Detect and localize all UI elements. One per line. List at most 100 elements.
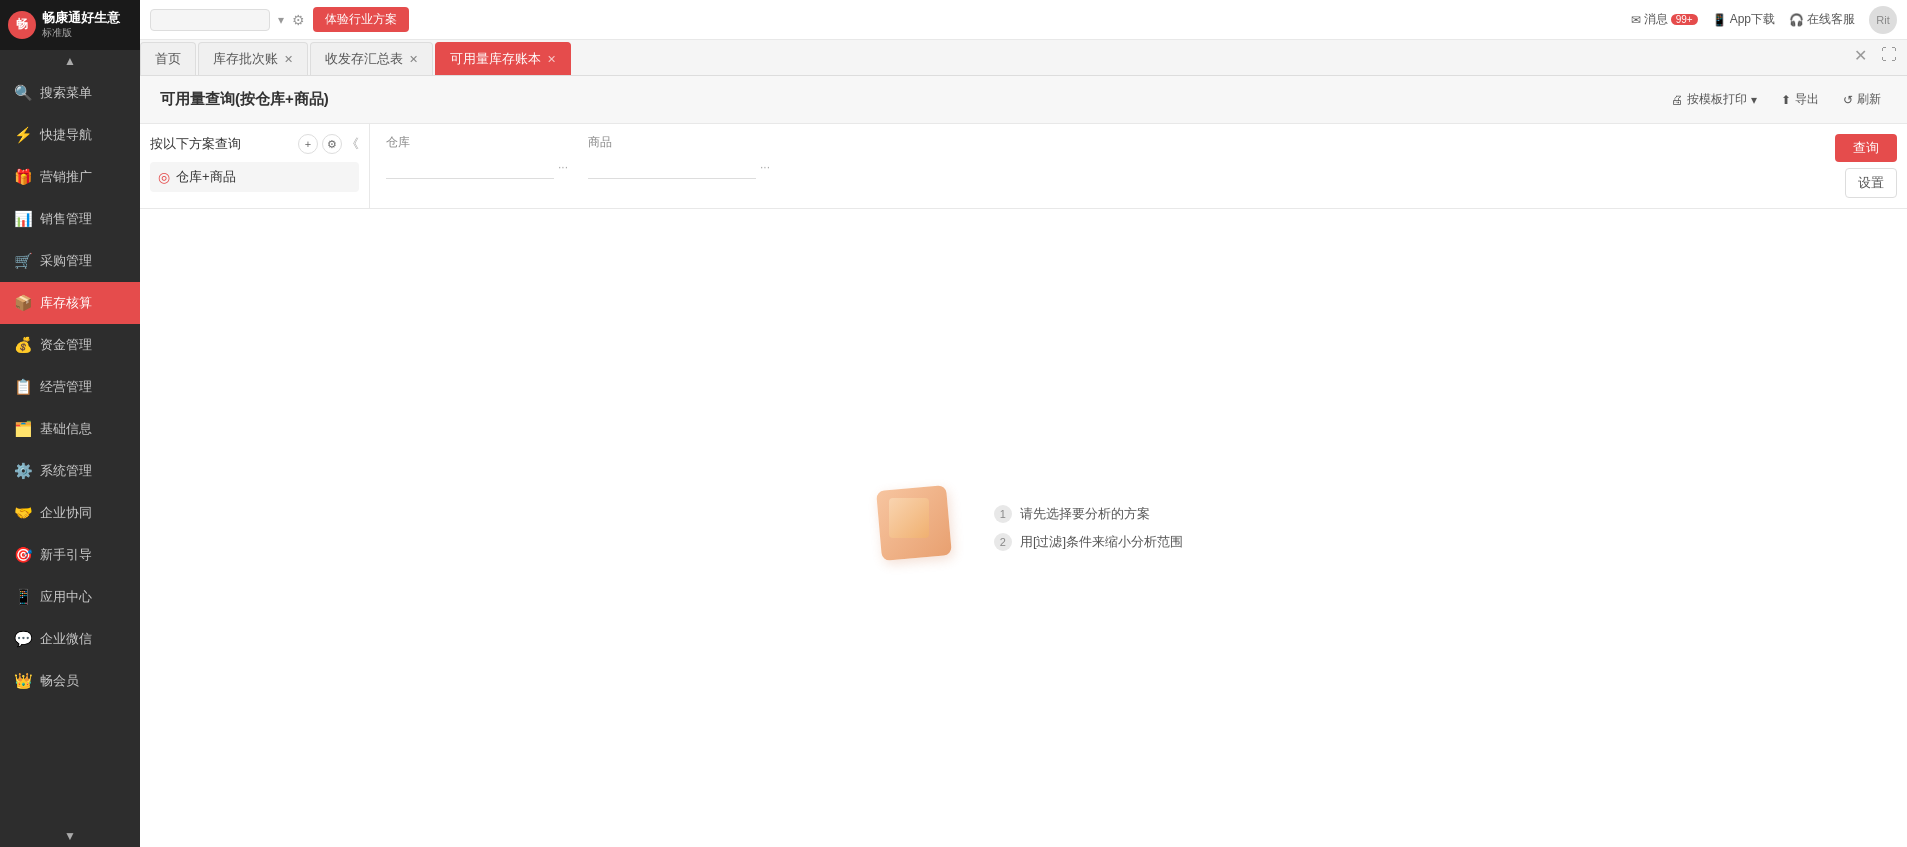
sidebar-scroll-down[interactable]: ▼ xyxy=(0,825,140,847)
app-logo: 畅 xyxy=(8,11,36,39)
filter-goods-more-btn[interactable]: ··· xyxy=(760,160,770,174)
topbar-search-input[interactable] xyxy=(150,9,270,31)
sidebar-item-label-app-center: 应用中心 xyxy=(40,588,92,606)
tip-num-2: 2 xyxy=(994,533,1012,551)
filter-goods-label: 商品 xyxy=(588,134,770,151)
sidebar-item-label-corp-wechat: 企业微信 xyxy=(40,630,92,648)
sidebar-item-corp-wechat[interactable]: 💬 企业微信 xyxy=(0,618,140,660)
app-version: 标准版 xyxy=(42,26,120,40)
sidebar-item-label-marketing: 营销推广 xyxy=(40,168,92,186)
tip-row-1: 1 请先选择要分析的方案 xyxy=(994,505,1183,523)
operations-icon: 📋 xyxy=(14,378,32,396)
sidebar-item-finance[interactable]: 💰 资金管理 xyxy=(0,324,140,366)
tabbar-expand-icon[interactable]: ⛶ xyxy=(1881,46,1897,64)
tip-row-2: 2 用[过滤]条件来缩小分析范围 xyxy=(994,533,1183,551)
phone-icon: 📱 xyxy=(1712,13,1727,27)
scheme-panel: 按以下方案查询 + ⚙ 《 ◎ 仓库+商品 xyxy=(140,124,370,208)
sidebar-item-basic-info[interactable]: 🗂️ 基础信息 xyxy=(0,408,140,450)
sidebar-item-label-search: 搜索菜单 xyxy=(40,84,92,102)
sidebar: 畅 畅康通好生意 标准版 ▲ 🔍 搜索菜单 ⚡ 快捷导航 🎁 营销推广 📊 销售… xyxy=(0,0,140,847)
tab-close-inventory-batch[interactable]: ✕ xyxy=(284,53,293,66)
tab-inventory-batch[interactable]: 库存批次账 ✕ xyxy=(198,42,308,75)
trial-btn[interactable]: 体验行业方案 xyxy=(313,7,409,32)
sidebar-item-label-quick-nav: 快捷导航 xyxy=(40,126,92,144)
print-chevron-icon: ▾ xyxy=(1751,93,1757,107)
message-action[interactable]: ✉ 消息 99+ xyxy=(1631,11,1698,28)
topbar-actions: ✉ 消息 99+ 📱 App下载 🎧 在线客服 Rit xyxy=(1631,6,1897,34)
sidebar-item-purchase[interactable]: 🛒 采购管理 xyxy=(0,240,140,282)
page-header-actions: 🖨 按模板打印 ▾ ⬆ 导出 ↺ 刷新 xyxy=(1665,88,1887,111)
topbar: ▾ ⚙ 体验行业方案 ✉ 消息 99+ 📱 App下载 🎧 在线客服 Rit xyxy=(140,0,1907,40)
quick-nav-icon: ⚡ xyxy=(14,126,32,144)
page-content: 可用量查询(按仓库+商品) 🖨 按模板打印 ▾ ⬆ 导出 ↺ 刷新 xyxy=(140,76,1907,847)
tab-home[interactable]: 首页 xyxy=(140,42,196,75)
filter-goods-input[interactable] xyxy=(588,155,756,179)
tab-close-receipt-summary[interactable]: ✕ xyxy=(409,53,418,66)
sidebar-item-label-finance: 资金管理 xyxy=(40,336,92,354)
sidebar-item-label-inventory: 库存核算 xyxy=(40,294,92,312)
topbar-gear-icon[interactable]: ⚙ xyxy=(292,12,305,28)
filter-warehouse-input[interactable] xyxy=(386,155,554,179)
app-download-action[interactable]: 📱 App下载 xyxy=(1712,11,1775,28)
sidebar-item-label-vip: 畅会员 xyxy=(40,672,79,690)
marketing-icon: 🎁 xyxy=(14,168,32,186)
online-service-label: 在线客服 xyxy=(1807,11,1855,28)
query-settings-btn[interactable]: 设置 xyxy=(1845,168,1897,198)
online-service-action[interactable]: 🎧 在线客服 xyxy=(1789,11,1855,28)
sidebar-item-corp-collab[interactable]: 🤝 企业协同 xyxy=(0,492,140,534)
sidebar-scroll: 🔍 搜索菜单 ⚡ 快捷导航 🎁 营销推广 📊 销售管理 🛒 采购管理 📦 库存核… xyxy=(0,72,140,825)
corp-wechat-icon: 💬 xyxy=(14,630,32,648)
sidebar-item-inventory[interactable]: 📦 库存核算 xyxy=(0,282,140,324)
sidebar-item-quick-nav[interactable]: ⚡ 快捷导航 xyxy=(0,114,140,156)
filter-group-goods: 商品 ··· xyxy=(588,134,770,179)
tabbar-close-icon[interactable]: ✕ xyxy=(1854,46,1867,65)
tab-label-home: 首页 xyxy=(155,50,181,68)
tip-text-2: 用[过滤]条件来缩小分析范围 xyxy=(1020,533,1183,551)
filter-goods-row: ··· xyxy=(588,155,770,179)
topbar-chevron-icon[interactable]: ▾ xyxy=(278,13,284,27)
inventory-icon: 📦 xyxy=(14,294,32,312)
sidebar-item-new-guide[interactable]: 🎯 新手引导 xyxy=(0,534,140,576)
tip-text-1: 请先选择要分析的方案 xyxy=(1020,505,1150,523)
tab-label-available-ledger: 可用量库存账本 xyxy=(450,50,541,68)
message-label: 消息 xyxy=(1644,11,1668,28)
sidebar-item-marketing[interactable]: 🎁 营销推广 xyxy=(0,156,140,198)
tab-available-ledger[interactable]: 可用量库存账本 ✕ xyxy=(435,42,571,75)
print-btn[interactable]: 🖨 按模板打印 ▾ xyxy=(1665,88,1763,111)
sidebar-scroll-up[interactable]: ▲ xyxy=(0,50,140,72)
export-icon: ⬆ xyxy=(1781,93,1791,107)
scheme-item-label: 仓库+商品 xyxy=(176,168,236,186)
filter-warehouse-more-btn[interactable]: ··· xyxy=(558,160,568,174)
app-title-block: 畅康通好生意 标准版 xyxy=(42,10,120,40)
print-icon: 🖨 xyxy=(1671,93,1683,107)
vip-icon: 👑 xyxy=(14,672,32,690)
sidebar-item-app-center[interactable]: 📱 应用中心 xyxy=(0,576,140,618)
sidebar-item-system[interactable]: ⚙️ 系统管理 xyxy=(0,450,140,492)
tab-label-inventory-batch: 库存批次账 xyxy=(213,50,278,68)
scheme-panel-header: 按以下方案查询 + ⚙ 《 xyxy=(150,134,359,154)
scheme-panel-actions: + ⚙ 《 xyxy=(298,134,359,154)
filter-panel: 仓库 ··· 商品 ··· xyxy=(370,124,1825,208)
export-btn[interactable]: ⬆ 导出 xyxy=(1775,88,1825,111)
message-badge: 99+ xyxy=(1671,14,1698,25)
user-avatar[interactable]: Rit xyxy=(1869,6,1897,34)
sidebar-item-search[interactable]: 🔍 搜索菜单 xyxy=(0,72,140,114)
sidebar-item-vip[interactable]: 👑 畅会员 xyxy=(0,660,140,702)
app-download-label: App下载 xyxy=(1730,11,1775,28)
refresh-btn[interactable]: ↺ 刷新 xyxy=(1837,88,1887,111)
finance-icon: 💰 xyxy=(14,336,32,354)
query-btn[interactable]: 查询 xyxy=(1835,134,1897,162)
refresh-icon: ↺ xyxy=(1843,93,1853,107)
sidebar-item-operations[interactable]: 📋 经营管理 xyxy=(0,366,140,408)
filter-group-warehouse: 仓库 ··· xyxy=(386,134,568,179)
query-actions: 查询 设置 xyxy=(1825,124,1907,208)
add-scheme-btn[interactable]: + xyxy=(298,134,318,154)
sidebar-item-label-purchase: 采购管理 xyxy=(40,252,92,270)
sidebar-item-sales[interactable]: 📊 销售管理 xyxy=(0,198,140,240)
tab-close-available-ledger[interactable]: ✕ xyxy=(547,53,556,66)
settings-scheme-btn[interactable]: ⚙ xyxy=(322,134,342,154)
tab-receipt-summary[interactable]: 收发存汇总表✕ xyxy=(310,42,433,75)
collapse-scheme-btn[interactable]: 《 xyxy=(346,135,359,153)
sidebar-item-label-operations: 经营管理 xyxy=(40,378,92,396)
scheme-item-warehouse-goods[interactable]: ◎ 仓库+商品 xyxy=(150,162,359,192)
